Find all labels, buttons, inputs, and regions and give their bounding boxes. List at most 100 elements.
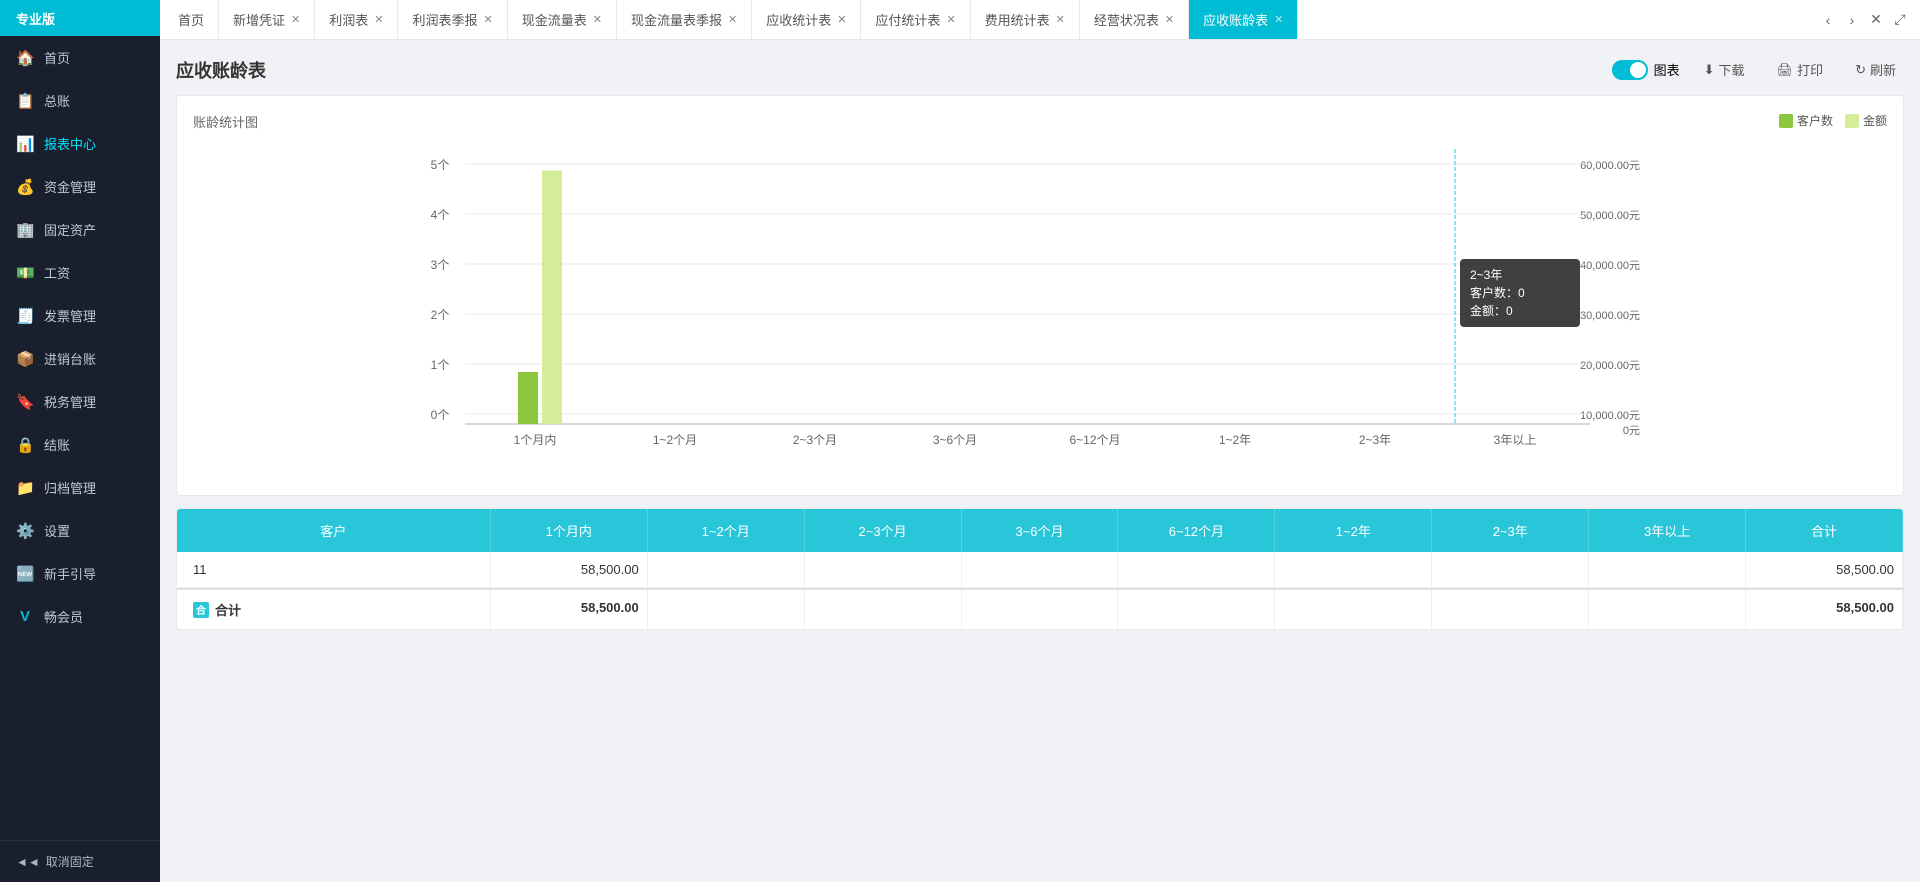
page-header: 应收账龄表 图表 ⬇ 下载 🖨 打印 ↻ 刷新	[176, 56, 1904, 83]
svg-text:60,000.00元: 60,000.00元	[1580, 160, 1640, 172]
footer-month612	[1118, 590, 1275, 629]
footer-total: 58,500.00	[1746, 590, 1903, 629]
tax-icon: 🔖	[16, 393, 34, 411]
chart-container: 账龄统计图 客户数 金额 5个 4个 3个 2个	[176, 95, 1904, 496]
sidebar-item-label: 发票管理	[44, 306, 96, 325]
tab-close-all-button[interactable]: ✕	[1864, 8, 1888, 32]
sidebar-item-label: 工资	[44, 263, 70, 282]
svg-text:4个: 4个	[431, 208, 450, 222]
tab-maximize-button[interactable]: ⤢	[1888, 8, 1912, 32]
tab-operation-stats[interactable]: 经营状况表 ✕	[1080, 0, 1189, 40]
tab-nav: ‹ › ✕ ⤢	[1812, 8, 1916, 32]
tab-next-button[interactable]: ›	[1840, 8, 1864, 32]
sidebar-item-label: 归档管理	[44, 478, 96, 497]
cell-total: 58,500.00	[1746, 552, 1903, 587]
svg-text:0元: 0元	[1623, 425, 1640, 437]
close-icon[interactable]: ✕	[1056, 13, 1065, 26]
col-month612: 6~12个月	[1118, 509, 1275, 552]
footer-year23	[1432, 590, 1589, 629]
close-icon[interactable]: ✕	[374, 13, 383, 26]
sidebar-item-reports[interactable]: 📊 报表中心	[0, 122, 160, 165]
settings-icon: ⚙️	[16, 522, 34, 540]
col-year23: 2~3年	[1432, 509, 1589, 552]
tab-new-voucher[interactable]: 新增凭证 ✕	[219, 0, 315, 40]
svg-text:50,000.00元: 50,000.00元	[1580, 210, 1640, 222]
legend-customer-count: 客户数	[1779, 112, 1833, 129]
sidebar-item-closing[interactable]: 🔒 结账	[0, 423, 160, 466]
footer-month1: 58,500.00	[491, 590, 648, 629]
unpin-button[interactable]: ◄◄ 取消固定	[0, 840, 160, 882]
close-icon[interactable]: ✕	[1165, 13, 1174, 26]
sidebar-item-salary[interactable]: 💵 工资	[0, 251, 160, 294]
col-year3plus: 3年以上	[1589, 509, 1746, 552]
inventory-icon: 📦	[16, 350, 34, 368]
sidebar-item-label: 固定资产	[44, 220, 96, 239]
tab-home[interactable]: 首页	[164, 0, 219, 40]
sidebar-item-tax[interactable]: 🔖 税务管理	[0, 380, 160, 423]
tab-ar-stats[interactable]: 应收统计表 ✕	[752, 0, 861, 40]
footer-month36	[962, 590, 1119, 629]
tab-profit[interactable]: 利润表 ✕	[315, 0, 398, 40]
download-icon: ⬇	[1704, 62, 1715, 78]
toggle-track[interactable]	[1612, 60, 1648, 80]
sidebar-item-inventory[interactable]: 📦 进销台账	[0, 337, 160, 380]
sidebar-item-label: 新手引导	[44, 564, 96, 583]
cell-month612	[1118, 552, 1275, 587]
tab-cashflow-quarter[interactable]: 现金流量表季报 ✕	[617, 0, 752, 40]
svg-text:0个: 0个	[431, 408, 450, 422]
tab-profit-quarter[interactable]: 利润表季报 ✕	[398, 0, 507, 40]
tab-prev-button[interactable]: ‹	[1816, 8, 1840, 32]
ledger-icon: 📋	[16, 92, 34, 110]
tab-expense-stats[interactable]: 费用统计表 ✕	[971, 0, 1080, 40]
tab-ar-aging[interactable]: 应收账龄表 ✕	[1189, 0, 1298, 40]
sidebar-item-vip[interactable]: V 畅会员	[0, 595, 160, 638]
sidebar-item-label: 首页	[44, 48, 70, 67]
tab-ap-stats[interactable]: 应付统计表 ✕	[861, 0, 970, 40]
refresh-button[interactable]: ↻ 刷新	[1847, 56, 1904, 83]
print-button[interactable]: 🖨 打印	[1769, 56, 1832, 83]
close-icon[interactable]: ✕	[728, 13, 737, 26]
sidebar-item-settings[interactable]: ⚙️ 设置	[0, 509, 160, 552]
tab-cashflow[interactable]: 现金流量表 ✕	[508, 0, 617, 40]
close-icon[interactable]: ✕	[837, 13, 846, 26]
close-icon[interactable]: ✕	[484, 13, 493, 26]
svg-text:30,000.00元: 30,000.00元	[1580, 310, 1640, 322]
table-row: 11 58,500.00 58,500.00	[177, 552, 1903, 588]
guide-icon: 🆕	[16, 565, 34, 583]
svg-text:2~3年: 2~3年	[1470, 268, 1502, 282]
legend-color-amount	[1845, 114, 1859, 128]
cell-year23	[1432, 552, 1589, 587]
cell-year12	[1275, 552, 1432, 587]
bar-customer-1	[518, 372, 538, 424]
sidebar-item-invoice[interactable]: 🧾 发票管理	[0, 294, 160, 337]
chart-title: 账龄统计图	[193, 112, 1887, 131]
header-actions: 图表 ⬇ 下载 🖨 打印 ↻ 刷新	[1612, 56, 1904, 83]
chart-toggle[interactable]: 图表	[1612, 60, 1680, 80]
print-icon: 🖨	[1777, 62, 1794, 78]
data-table: 客户 1个月内 1~2个月 2~3个月 3~6个月 6~12个月 1~2年 2~…	[176, 508, 1904, 630]
sidebar-item-capital[interactable]: 💰 资金管理	[0, 165, 160, 208]
svg-text:1~2年: 1~2年	[1219, 433, 1251, 447]
close-icon[interactable]: ✕	[1274, 13, 1283, 26]
svg-text:3~6个月: 3~6个月	[933, 433, 977, 447]
toggle-thumb	[1630, 62, 1646, 78]
sidebar-item-label: 报表中心	[44, 134, 96, 153]
archive-icon: 📁	[16, 479, 34, 497]
close-icon[interactable]: ✕	[946, 13, 955, 26]
sidebar-item-archive[interactable]: 📁 归档管理	[0, 466, 160, 509]
invoice-icon: 🧾	[16, 307, 34, 325]
svg-text:客户数：0: 客户数：0	[1470, 285, 1525, 300]
sidebar-item-assets[interactable]: 🏢 固定资产	[0, 208, 160, 251]
close-icon[interactable]: ✕	[593, 13, 602, 26]
reports-icon: 📊	[16, 135, 34, 153]
svg-text:1个月内: 1个月内	[514, 433, 557, 447]
closing-icon: 🔒	[16, 436, 34, 454]
download-button[interactable]: ⬇ 下载	[1696, 56, 1753, 83]
close-icon[interactable]: ✕	[291, 13, 300, 26]
sidebar-item-ledger[interactable]: 📋 总账	[0, 79, 160, 122]
sidebar-item-guide[interactable]: 🆕 新手引导	[0, 552, 160, 595]
col-month23: 2~3个月	[805, 509, 962, 552]
sidebar-item-home[interactable]: 🏠 首页	[0, 36, 160, 79]
cell-year3plus	[1589, 552, 1746, 587]
svg-text:1个: 1个	[431, 358, 450, 372]
